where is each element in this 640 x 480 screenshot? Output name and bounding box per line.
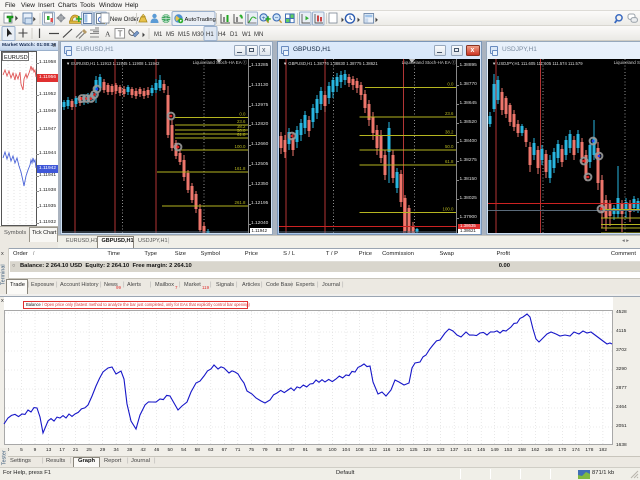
svg-text:W1: W1 bbox=[242, 32, 252, 38]
svg-text:+: + bbox=[262, 15, 266, 22]
svg-text:H4: H4 bbox=[218, 32, 226, 38]
svg-text:0.0: 0.0 bbox=[239, 112, 246, 117]
svg-text:50.0: 50.0 bbox=[445, 144, 454, 149]
svg-text:61.8: 61.8 bbox=[445, 159, 454, 164]
svg-text:H1: H1 bbox=[206, 32, 214, 38]
svg-text:0.0: 0.0 bbox=[447, 82, 454, 87]
svg-text:23.6: 23.6 bbox=[445, 111, 454, 116]
svg-text:New Order: New Order bbox=[110, 17, 139, 23]
svg-text:M30: M30 bbox=[192, 32, 204, 38]
svg-text:AutoTrading: AutoTrading bbox=[185, 17, 216, 23]
svg-text:61.8: 61.8 bbox=[237, 132, 246, 137]
svg-text:EURUSD: EURUSD bbox=[4, 55, 28, 61]
svg-text:M5: M5 bbox=[166, 32, 175, 38]
svg-text:D1: D1 bbox=[230, 32, 238, 38]
svg-text:100.0: 100.0 bbox=[235, 144, 247, 149]
svg-text:38.2: 38.2 bbox=[445, 129, 454, 134]
svg-text:M1: M1 bbox=[154, 32, 163, 38]
svg-text:T: T bbox=[118, 29, 123, 38]
svg-text:161.8: 161.8 bbox=[235, 166, 247, 171]
svg-text:100.0: 100.0 bbox=[443, 207, 455, 212]
svg-text:−: − bbox=[275, 15, 279, 22]
svg-text:M15: M15 bbox=[178, 32, 190, 38]
svg-text:261.8: 261.8 bbox=[235, 200, 247, 205]
svg-text:MN: MN bbox=[254, 32, 263, 38]
svg-text:A: A bbox=[105, 30, 111, 39]
